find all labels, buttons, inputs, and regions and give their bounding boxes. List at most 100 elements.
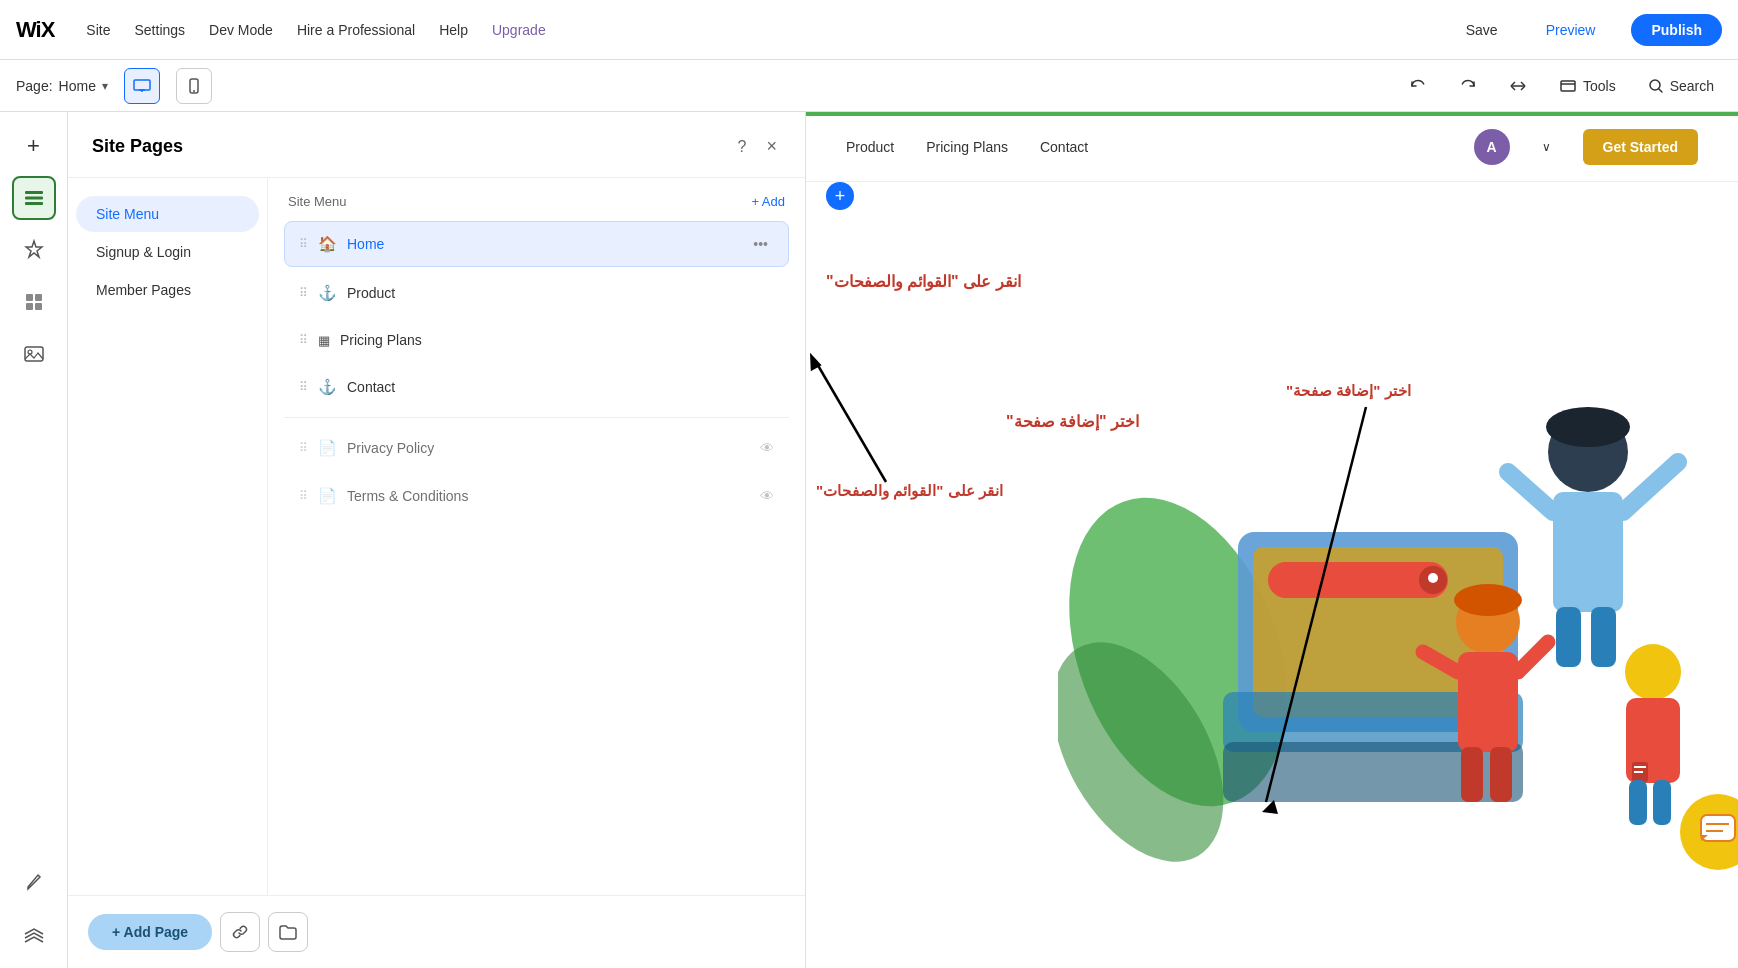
nav-help[interactable]: Help xyxy=(439,18,468,42)
layers-button[interactable] xyxy=(12,912,56,956)
page-item-home[interactable]: ⠿ 🏠 Home ••• xyxy=(284,221,789,267)
svg-rect-18 xyxy=(35,294,42,301)
undo-button[interactable] xyxy=(1401,73,1435,99)
site-nav-contact[interactable]: Contact xyxy=(1040,139,1088,155)
nav-settings[interactable]: Settings xyxy=(134,18,185,42)
drag-handle-icon: ⠿ xyxy=(299,237,308,251)
svg-line-43 xyxy=(1518,642,1548,672)
panel-close-button[interactable]: × xyxy=(762,132,781,161)
svg-rect-37 xyxy=(1556,607,1581,667)
drag-handle-icon: ⠿ xyxy=(299,489,308,503)
page-item-left: ⠿ 📄 Terms & Conditions xyxy=(299,487,468,505)
second-navigation: Page: Home ▾ Tools Search xyxy=(0,60,1738,112)
page-prefix: Page: xyxy=(16,78,53,94)
tools-label: Tools xyxy=(1583,78,1616,94)
add-section-bar: + xyxy=(806,180,1738,212)
svg-rect-16 xyxy=(25,202,43,205)
add-page-button[interactable]: + Add Page xyxy=(88,914,212,950)
svg-rect-21 xyxy=(25,347,43,361)
product-page-icon: ⚓ xyxy=(318,284,337,302)
preview-button[interactable]: Preview xyxy=(1534,16,1608,44)
hidden-eye-icon: 👁 xyxy=(760,488,774,504)
page-item-right: 👁 xyxy=(760,488,774,504)
wix-logo: WiX xyxy=(16,17,54,43)
svg-point-40 xyxy=(1454,584,1522,616)
privacy-page-name: Privacy Policy xyxy=(347,440,434,456)
product-page-name: Product xyxy=(347,285,395,301)
site-pages-panel: Site Pages ? × Site Menu Signup & Login … xyxy=(68,112,806,968)
svg-rect-44 xyxy=(1461,747,1483,802)
mobile-view-button[interactable] xyxy=(176,68,212,104)
section-header: Site Menu + Add xyxy=(284,194,789,209)
svg-point-29 xyxy=(1428,573,1438,583)
svg-point-33 xyxy=(1546,407,1630,447)
desktop-view-button[interactable] xyxy=(124,68,160,104)
design-button[interactable] xyxy=(12,228,56,272)
nav-hire[interactable]: Hire a Professional xyxy=(297,18,415,42)
apps-button[interactable] xyxy=(12,280,56,324)
home-page-more-button[interactable]: ••• xyxy=(747,234,774,254)
pages-list: Site Menu + Add ⠿ 🏠 Home ••• xyxy=(268,178,805,895)
panel-footer: + Add Page xyxy=(68,895,805,968)
page-item-contact[interactable]: ⠿ ⚓ Contact xyxy=(284,365,789,409)
svg-rect-0 xyxy=(134,80,150,90)
avatar[interactable]: A xyxy=(1474,129,1510,165)
pen-button[interactable] xyxy=(12,860,56,904)
page-item-terms[interactable]: ⠿ 📄 Terms & Conditions 👁 xyxy=(284,474,789,518)
get-started-button[interactable]: Get Started xyxy=(1583,129,1698,165)
add-link-button[interactable] xyxy=(220,912,260,952)
page-label: Page: Home ▾ xyxy=(16,78,108,94)
panel-help-button[interactable]: ? xyxy=(734,132,751,161)
section-label: Site Menu xyxy=(288,194,347,209)
menu-nav-signup[interactable]: Signup & Login xyxy=(76,234,259,270)
page-item-left: ⠿ ▦ Pricing Plans xyxy=(299,332,422,348)
website-header: Product Pricing Plans Contact A ∨ Get St… xyxy=(806,112,1738,182)
click-annotation: "انقر على "القوائم والصفحات xyxy=(826,272,1021,291)
add-folder-button[interactable] xyxy=(268,912,308,952)
hidden-eye-icon: 👁 xyxy=(760,440,774,456)
svg-rect-41 xyxy=(1458,652,1518,752)
home-page-name: Home xyxy=(347,236,384,252)
tools-button[interactable]: Tools xyxy=(1551,73,1624,99)
dropdown-arrow-icon[interactable]: ∨ xyxy=(1542,140,1551,154)
drag-handle-icon: ⠿ xyxy=(299,286,308,300)
panel-header: Site Pages ? × xyxy=(68,112,805,178)
menu-nav-site-menu[interactable]: Site Menu xyxy=(76,196,259,232)
pages-divider xyxy=(284,417,789,418)
save-button[interactable]: Save xyxy=(1454,16,1510,44)
svg-line-13 xyxy=(1659,89,1662,92)
contact-page-icon: ⚓ xyxy=(318,378,337,396)
redo-button[interactable] xyxy=(1451,73,1485,99)
page-item-pricing-plans[interactable]: ⠿ ▦ Pricing Plans xyxy=(284,319,789,361)
menu-nav-member[interactable]: Member Pages xyxy=(76,272,259,308)
drag-handle-icon: ⠿ xyxy=(299,441,308,455)
drag-handle-icon: ⠿ xyxy=(299,333,308,347)
page-item-product[interactable]: ⠿ ⚓ Product xyxy=(284,271,789,315)
add-section-button[interactable]: + xyxy=(826,182,854,210)
zoom-button[interactable] xyxy=(1501,73,1535,99)
publish-button[interactable]: Publish xyxy=(1631,14,1722,46)
search-label: Search xyxy=(1670,78,1714,94)
page-item-privacy[interactable]: ⠿ 📄 Privacy Policy 👁 xyxy=(284,426,789,470)
svg-rect-17 xyxy=(26,294,33,301)
site-nav-product[interactable]: Product xyxy=(846,139,894,155)
svg-rect-52 xyxy=(1653,780,1671,825)
page-dropdown-icon[interactable]: ▾ xyxy=(102,79,108,93)
add-element-button[interactable]: + xyxy=(12,124,56,168)
canvas-area: Product Pricing Plans Contact A ∨ Get St… xyxy=(806,112,1738,968)
svg-rect-54 xyxy=(1701,815,1735,841)
media-button[interactable] xyxy=(12,332,56,376)
page-item-left: ⠿ 🏠 Home xyxy=(299,235,384,253)
nav-upgrade[interactable]: Upgrade xyxy=(492,22,546,38)
sidebar-bottom xyxy=(12,860,56,956)
add-page-link-button[interactable]: + Add xyxy=(751,194,785,209)
home-page-icon: 🏠 xyxy=(318,235,337,253)
nav-devmode[interactable]: Dev Mode xyxy=(209,18,273,42)
search-button[interactable]: Search xyxy=(1640,74,1722,98)
pages-menus-button[interactable] xyxy=(12,176,56,220)
nav-site[interactable]: Site xyxy=(86,18,110,42)
illustration-svg xyxy=(1058,252,1738,872)
menu-navigation: Site Menu Signup & Login Member Pages xyxy=(68,178,268,895)
site-nav-pricing[interactable]: Pricing Plans xyxy=(926,139,1008,155)
click-annotation-text: "انقر على "القوائم والصفحات xyxy=(826,273,1021,290)
